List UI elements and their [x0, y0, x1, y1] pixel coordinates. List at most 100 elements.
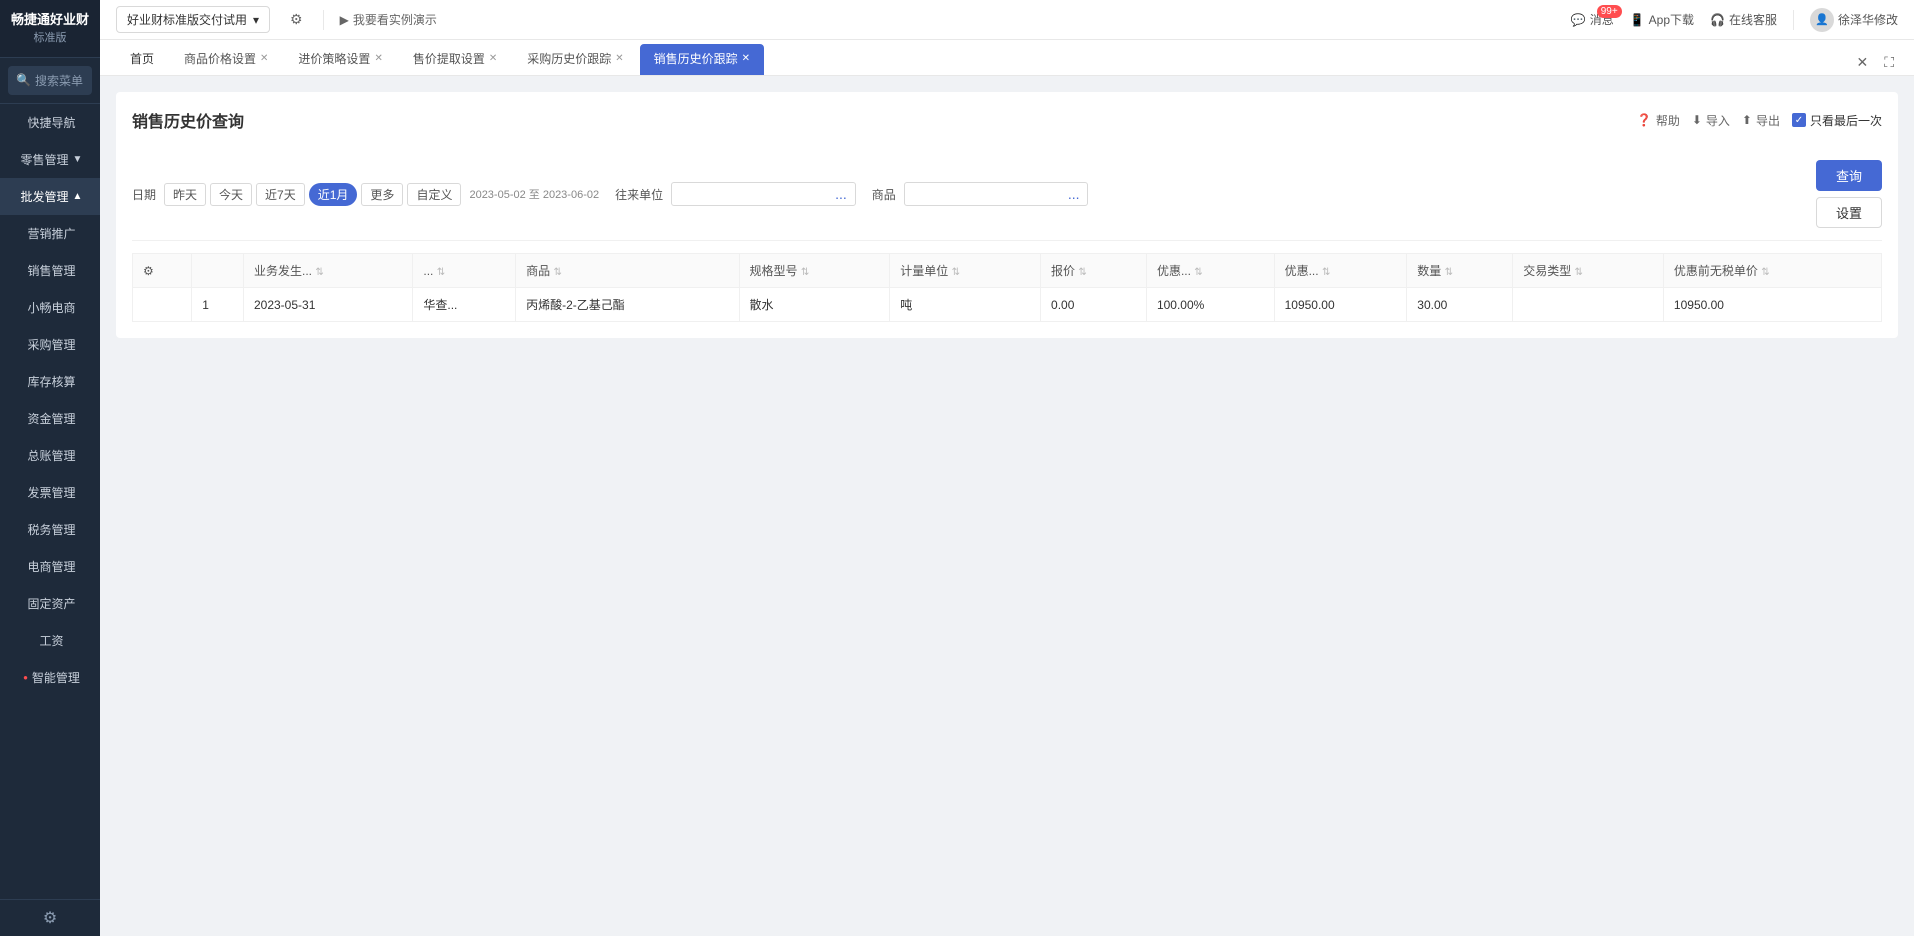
col-header-bizdate[interactable]: 业务发生... ⇅ [243, 254, 412, 288]
col-header-price[interactable]: 报价 ⇅ [1041, 254, 1147, 288]
data-table: ⚙业务发生... ⇅... ⇅商品 ⇅规格型号 ⇅计量单位 ⇅报价 ⇅优惠...… [132, 253, 1882, 322]
col-header-unit[interactable]: 计量单位 ⇅ [890, 254, 1041, 288]
arrow-icon: ▼ [73, 154, 83, 165]
sidebar-item-caigou[interactable]: 采购管理 [0, 326, 100, 363]
sidebar-search-section: 🔍 搜索菜单 [0, 58, 100, 104]
supplier-filter-label: 往来单位 [615, 186, 663, 203]
tab-label: 进价策略设置 [298, 50, 370, 67]
help-link[interactable]: ❓ 帮助 [1637, 112, 1680, 129]
sidebar-item-fapiao[interactable]: 发票管理 [0, 474, 100, 511]
sidebar-item-diansang[interactable]: 电商管理 [0, 548, 100, 585]
tab-shejia[interactable]: 售价提取设置✕ [399, 44, 511, 75]
filter-setting-button[interactable]: 设置 [1816, 197, 1882, 228]
app-download-button[interactable]: 📱 App下载 [1630, 11, 1694, 28]
tab-close-icon[interactable]: ✕ [260, 53, 268, 64]
sidebar-item-pifa[interactable]: 批发管理▲ [0, 178, 100, 215]
sidebar-item-label: 资金管理 [27, 410, 75, 427]
topbar-divider2 [1793, 10, 1794, 30]
tabbar: 首页商品价格设置✕进价策略设置✕售价提取设置✕采购历史价跟踪✕销售历史价跟踪✕ … [100, 40, 1914, 76]
only-last-checkbox[interactable]: ✓ 只看最后一次 [1792, 112, 1882, 129]
sidebar-item-gongzi[interactable]: 工资 [0, 622, 100, 659]
date-yesterday-btn[interactable]: 昨天 [164, 183, 206, 206]
cell-num: 1 [192, 288, 244, 322]
date-more-btn[interactable]: 更多 [361, 183, 403, 206]
sidebar-item-zongzhang[interactable]: 总账管理 [0, 437, 100, 474]
date-7days-btn[interactable]: 近7天 [256, 183, 305, 206]
help-label: 帮助 [1656, 112, 1680, 129]
export-label: 导出 [1756, 112, 1780, 129]
sort-icon: ⇅ [1194, 267, 1202, 278]
sort-icon: ⇅ [952, 267, 960, 278]
import-link[interactable]: ⬇ 导入 [1692, 112, 1730, 129]
import-icon: ⬇ [1692, 113, 1702, 127]
tab-xiaoshou-lishi[interactable]: 销售历史价跟踪✕ [640, 44, 764, 75]
tab-close-icon[interactable]: ✕ [615, 53, 623, 64]
table-head: ⚙业务发生... ⇅... ⇅商品 ⇅规格型号 ⇅计量单位 ⇅报价 ⇅优惠...… [133, 254, 1882, 288]
sidebar-item-xiaochangec[interactable]: 小畅电商 [0, 289, 100, 326]
page-content: 销售历史价查询 ❓ 帮助 ⬇ 导入 ⬆ 导出 ✓ [100, 76, 1914, 936]
sidebar-search-label: 搜索菜单 [35, 72, 83, 89]
sort-icon: ⇅ [1322, 267, 1330, 278]
col-header-settings: ⚙ [133, 254, 192, 288]
cell-settings [133, 288, 192, 322]
sidebar-item-zijin[interactable]: 资金管理 [0, 400, 100, 437]
sidebar-item-kucun[interactable]: 库存核算 [0, 363, 100, 400]
sidebar-bottom: ⚙ [0, 899, 100, 936]
col-header-quantity[interactable]: 数量 ⇅ [1407, 254, 1513, 288]
topbar-divider [323, 10, 324, 30]
date-custom-btn[interactable]: 自定义 [407, 183, 461, 206]
sidebar-item-yingxiao[interactable]: 营销推广 [0, 215, 100, 252]
sidebar-settings-button[interactable]: ⚙ [43, 908, 57, 928]
tab-shangpin-jiage[interactable]: 商品价格设置✕ [170, 44, 282, 75]
tab-close-icon[interactable]: ✕ [374, 53, 382, 64]
sidebar-item-lingshou[interactable]: 零售管理▼ [0, 141, 100, 178]
sort-icon: ⇅ [553, 267, 561, 278]
tab-jinjiace[interactable]: 进价策略设置 ✕ [284, 44, 396, 75]
tab-caigou-lishi[interactable]: 采购历史价跟踪 ✕ [513, 44, 637, 75]
company-selector[interactable]: 好业财标准版交付试用 ▾ [116, 6, 270, 33]
arrow-icon: ▲ [73, 191, 83, 202]
product-filter-group: 商品 ... [872, 182, 1089, 206]
product-input[interactable] [913, 187, 1068, 201]
sidebar-item-gudingzichan[interactable]: 固定资产 [0, 585, 100, 622]
date-today-btn[interactable]: 今天 [210, 183, 252, 206]
tab-maximize-button[interactable]: ⛶ [1880, 50, 1898, 75]
export-link[interactable]: ⬆ 导出 [1742, 112, 1780, 129]
tab-close-button[interactable]: ✕ [1852, 50, 1872, 75]
sidebar-item-xiaoshou[interactable]: 销售管理 [0, 252, 100, 289]
col-header-discount2[interactable]: 优惠... ⇅ [1274, 254, 1407, 288]
col-header-spec[interactable]: 规格型号 ⇅ [739, 254, 890, 288]
query-button[interactable]: 查询 [1816, 160, 1882, 191]
tab-label: 采购历史价跟踪 [527, 50, 611, 67]
search-icon: 🔍 [16, 73, 31, 87]
date-1month-btn[interactable]: 近1月 [309, 183, 358, 206]
sidebar-item-zhineng[interactable]: 智能管理 [0, 659, 100, 696]
col-header-discount1[interactable]: 优惠... ⇅ [1146, 254, 1274, 288]
message-button[interactable]: 💬 消息 99+ [1571, 11, 1614, 28]
sidebar-item-kuaijie[interactable]: 快捷导航 [0, 104, 100, 141]
tab-close-icon[interactable]: ✕ [742, 53, 750, 64]
online-service-button[interactable]: 🎧 在线客服 [1710, 11, 1777, 28]
message-icon: 💬 [1571, 13, 1586, 27]
headset-icon: 🎧 [1710, 13, 1725, 27]
user-menu[interactable]: 👤 徐泽华修改 [1810, 8, 1898, 32]
sidebar-search-button[interactable]: 🔍 搜索菜单 [8, 66, 92, 95]
product-dots-button[interactable]: ... [1068, 186, 1080, 202]
col-header-pretax[interactable]: 优惠前无税单价 ⇅ [1663, 254, 1881, 288]
sort-icon: ⇅ [1761, 267, 1769, 278]
col-header-tradetype[interactable]: 交易类型 ⇅ [1513, 254, 1664, 288]
app-icon: 📱 [1630, 13, 1645, 27]
demo-link[interactable]: ▶ 我要看实例演示 [340, 11, 437, 28]
avatar: 👤 [1810, 8, 1834, 32]
tab-close-icon[interactable]: ✕ [489, 53, 497, 64]
sidebar-logo[interactable]: 畅捷通好业财 标准版 [0, 0, 100, 58]
sidebar-item-shuiwu[interactable]: 税务管理 [0, 511, 100, 548]
supplier-input[interactable] [680, 187, 835, 201]
table-row: 12023-05-31华查...丙烯酸-2-乙基己酯散水吨0.00100.00%… [133, 288, 1882, 322]
supplier-dots-button[interactable]: ... [835, 186, 847, 202]
topbar-config-button[interactable]: ⚙ [286, 7, 307, 32]
col-header-more1[interactable]: ... ⇅ [413, 254, 516, 288]
col-header-product[interactable]: 商品 ⇅ [516, 254, 739, 288]
cell-pretax: 10950.00 [1663, 288, 1881, 322]
tab-home[interactable]: 首页 [116, 44, 168, 75]
